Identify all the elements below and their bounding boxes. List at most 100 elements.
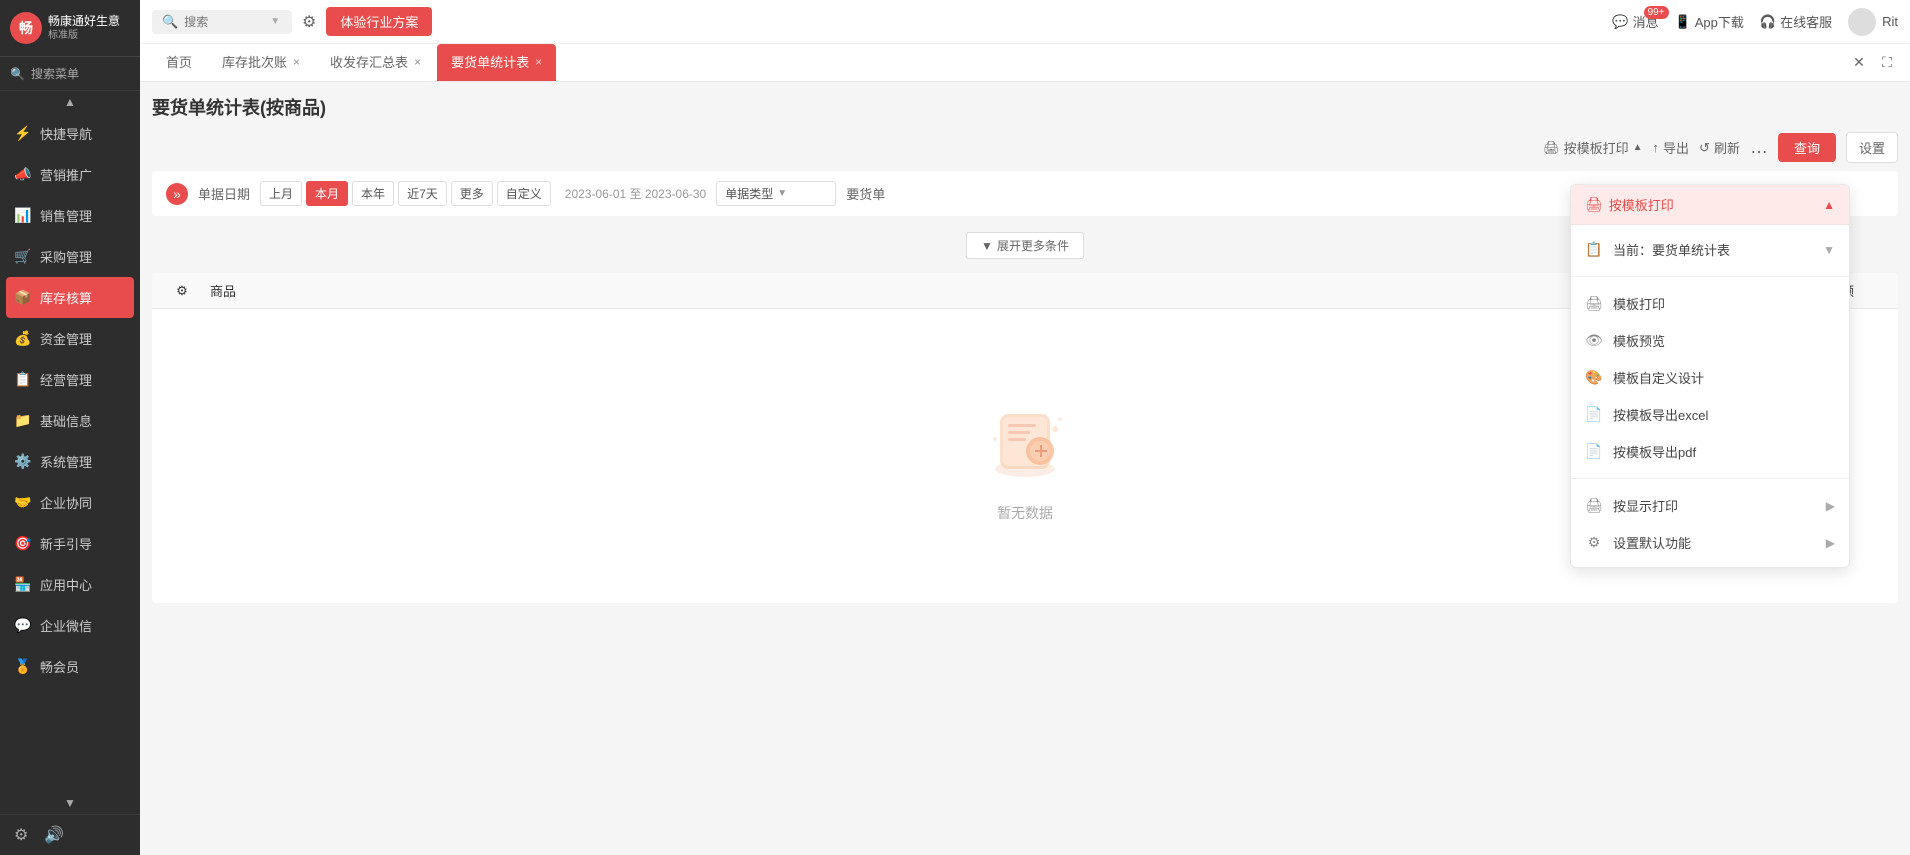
date-more-btn[interactable]: 更多 <box>451 181 493 206</box>
appstore-icon: 🏪 <box>14 576 32 593</box>
page-content: 要货单统计表(按商品) 🖨 按模板打印 ▲ ↑ 导出 ↺ 刷新 … 查询 设置 … <box>140 82 1910 855</box>
filter-expand-btn[interactable]: » <box>166 183 188 205</box>
sidebar-item-basic[interactable]: 📁 基础信息 <box>0 400 140 441</box>
headset-icon: 🎧 <box>1760 14 1776 30</box>
sidebar-footer: ⚙ 🔊 <box>0 814 140 855</box>
tab-home[interactable]: 首页 <box>152 44 206 81</box>
dropdown-chevron-icon[interactable]: ▲ <box>1823 198 1835 212</box>
sidebar-item-wechat[interactable]: 💬 企业微信 <box>0 605 140 646</box>
trial-button[interactable]: 体验行业方案 <box>326 7 432 36</box>
sidebar-item-sales[interactable]: 📊 销售管理 <box>0 195 140 236</box>
export-icon: ↑ <box>1653 140 1660 155</box>
tab-order-stats[interactable]: 要货单统计表 × <box>437 44 556 81</box>
sidebar-nav: ⚡ 快捷导航 📣 营销推广 📊 销售管理 🛒 采购管理 📦 库存核算 💰 资金管… <box>0 113 140 792</box>
sidebar-item-guide[interactable]: 🎯 新手引导 <box>0 523 140 564</box>
sidebar-item-marketing[interactable]: 📣 营销推广 <box>0 154 140 195</box>
tab-close-receipts-summary[interactable]: × <box>414 55 421 69</box>
table-settings-icon[interactable]: ⚙ <box>176 283 188 298</box>
scroll-up-btn[interactable]: ▲ <box>0 91 140 113</box>
sidebar-item-label: 经营管理 <box>40 370 92 389</box>
dropdown-title: 按模板打印 <box>1609 195 1674 214</box>
logo-text: 畅康通好生意 标准版 <box>48 14 120 43</box>
sidebar-item-inventory[interactable]: 📦 库存核算 <box>6 277 134 318</box>
user-avatar <box>1848 8 1876 36</box>
enterprise-icon: 🤝 <box>14 494 32 511</box>
tab-inventory-batch[interactable]: 库存批次账 × <box>208 44 314 81</box>
toolbar-row: 🖨 按模板打印 ▲ ↑ 导出 ↺ 刷新 … 查询 设置 <box>152 132 1898 163</box>
sidebar-item-appstore[interactable]: 🏪 应用中心 <box>0 564 140 605</box>
query-btn[interactable]: 查询 <box>1778 133 1836 162</box>
export-btn[interactable]: ↑ 导出 <box>1653 138 1690 157</box>
sidebar-item-system[interactable]: ⚙️ 系统管理 <box>0 441 140 482</box>
more-btn[interactable]: … <box>1750 137 1768 158</box>
tab-close-order-stats[interactable]: × <box>535 55 542 69</box>
print-template-btn[interactable]: 🖨 按模板打印 ▲ <box>1543 138 1642 157</box>
default-func-icon: ⚙ <box>1585 534 1603 551</box>
date-custom-btn[interactable]: 自定义 <box>497 181 551 206</box>
sidebar-item-finance[interactable]: 💰 资金管理 <box>0 318 140 359</box>
date-this-month-btn[interactable]: 本月 <box>306 181 348 206</box>
message-icon: 💬 <box>1612 14 1628 30</box>
dropdown-display-print[interactable]: 🖨 按显示打印 ▶ <box>1571 487 1849 524</box>
dropdown-item-template-design[interactable]: 🎨 模板自定义设计 <box>1571 359 1849 396</box>
sidebar-item-enterprise[interactable]: 🤝 企业协同 <box>0 482 140 523</box>
dropdown-item-template-preview[interactable]: 👁 模板预览 <box>1571 322 1849 359</box>
display-print-arrow-icon: ▶ <box>1826 499 1835 513</box>
dropdown-current-template[interactable]: 📋 当前：要货单统计表 ▼ <box>1571 231 1849 268</box>
tab-close-inventory-batch[interactable]: × <box>293 55 300 69</box>
default-func-arrow-icon: ▶ <box>1826 536 1835 550</box>
dropdown-item-export-pdf[interactable]: 📄 按模板导出pdf <box>1571 433 1849 470</box>
date-last-7-btn[interactable]: 近7天 <box>398 181 447 206</box>
topbar-search-box[interactable]: 🔍 ▼ <box>152 10 292 34</box>
user-profile-btn[interactable]: Rit <box>1848 8 1898 36</box>
system-icon: ⚙️ <box>14 453 32 470</box>
dropdown-current-label: 当前：要货单统计表 <box>1613 240 1730 259</box>
current-template-arrow-icon: ▼ <box>1823 243 1835 257</box>
sidebar-item-label: 企业微信 <box>40 616 92 635</box>
tabs-close-all-btn[interactable]: ✕ <box>1848 52 1870 74</box>
main-area: 🔍 ▼ ⚙ 体验行业方案 💬 消息 99+ 📱 App下载 🎧 在线客服 <box>140 0 1910 855</box>
marketing-icon: 📣 <box>14 166 32 183</box>
messages-btn[interactable]: 💬 消息 99+ <box>1612 12 1658 31</box>
dropdown-item-export-excel[interactable]: 📄 按模板导出excel <box>1571 396 1849 433</box>
basic-icon: 📁 <box>14 412 32 429</box>
app-download-btn[interactable]: 📱 App下载 <box>1675 12 1744 31</box>
export-pdf-icon: 📄 <box>1585 443 1603 460</box>
search-input[interactable] <box>184 15 264 29</box>
scroll-down-btn[interactable]: ▼ <box>0 792 140 814</box>
settings-icon[interactable]: ⚙ <box>14 825 28 845</box>
dropdown-default-func[interactable]: ⚙ 设置默认功能 ▶ <box>1571 524 1849 561</box>
topbar: 🔍 ▼ ⚙ 体验行业方案 💬 消息 99+ 📱 App下载 🎧 在线客服 <box>140 0 1910 44</box>
expand-more-btn[interactable]: ▼ 展开更多条件 <box>966 232 1084 259</box>
sidebar-item-operations[interactable]: 📋 经营管理 <box>0 359 140 400</box>
date-buttons: 上月 本月 本年 近7天 更多 自定义 <box>260 181 551 206</box>
finance-icon: 💰 <box>14 330 32 347</box>
speaker-icon[interactable]: 🔊 <box>44 825 64 845</box>
date-label: 单据日期 <box>198 184 250 203</box>
sidebar-item-purchase[interactable]: 🛒 采购管理 <box>0 236 140 277</box>
tabs-expand-btn[interactable]: ⛶ <box>1876 52 1898 74</box>
settings-btn[interactable]: 设置 <box>1846 132 1898 163</box>
sidebar-item-label: 应用中心 <box>40 575 92 594</box>
current-template-icon: 📋 <box>1585 241 1603 258</box>
guide-icon: 🎯 <box>14 535 32 552</box>
sidebar-item-label: 畅会员 <box>40 657 79 676</box>
sidebar-search-label: 搜索菜单 <box>31 65 79 82</box>
date-last-month-btn[interactable]: 上月 <box>260 181 302 206</box>
empty-icon <box>975 389 1075 489</box>
order-type-select[interactable]: 单据类型 ▼ <box>716 181 836 206</box>
dropdown-item-template-print[interactable]: 🖨 模板打印 <box>1571 285 1849 322</box>
date-range-text: 2023-06-01 至 2023-06-30 <box>565 185 706 202</box>
dropdown-header-left: 🖨 按模板打印 <box>1585 195 1674 214</box>
operations-icon: 📋 <box>14 371 32 388</box>
sidebar-item-quicknav[interactable]: ⚡ 快捷导航 <box>0 113 140 154</box>
sidebar-item-member[interactable]: 🏅 畅会员 <box>0 646 140 687</box>
dropdown-sub-section: 🖨 按显示打印 ▶ ⚙ 设置默认功能 ▶ <box>1571 481 1849 567</box>
date-this-year-btn[interactable]: 本年 <box>352 181 394 206</box>
sidebar-search[interactable]: 🔍 搜索菜单 <box>0 57 140 91</box>
gear-icon[interactable]: ⚙ <box>302 12 316 32</box>
tab-receipts-summary[interactable]: 收发存汇总表 × <box>316 44 435 81</box>
col-settings[interactable]: ⚙ <box>162 283 202 299</box>
refresh-btn[interactable]: ↺ 刷新 <box>1699 138 1740 157</box>
customer-service-btn[interactable]: 🎧 在线客服 <box>1760 12 1832 31</box>
